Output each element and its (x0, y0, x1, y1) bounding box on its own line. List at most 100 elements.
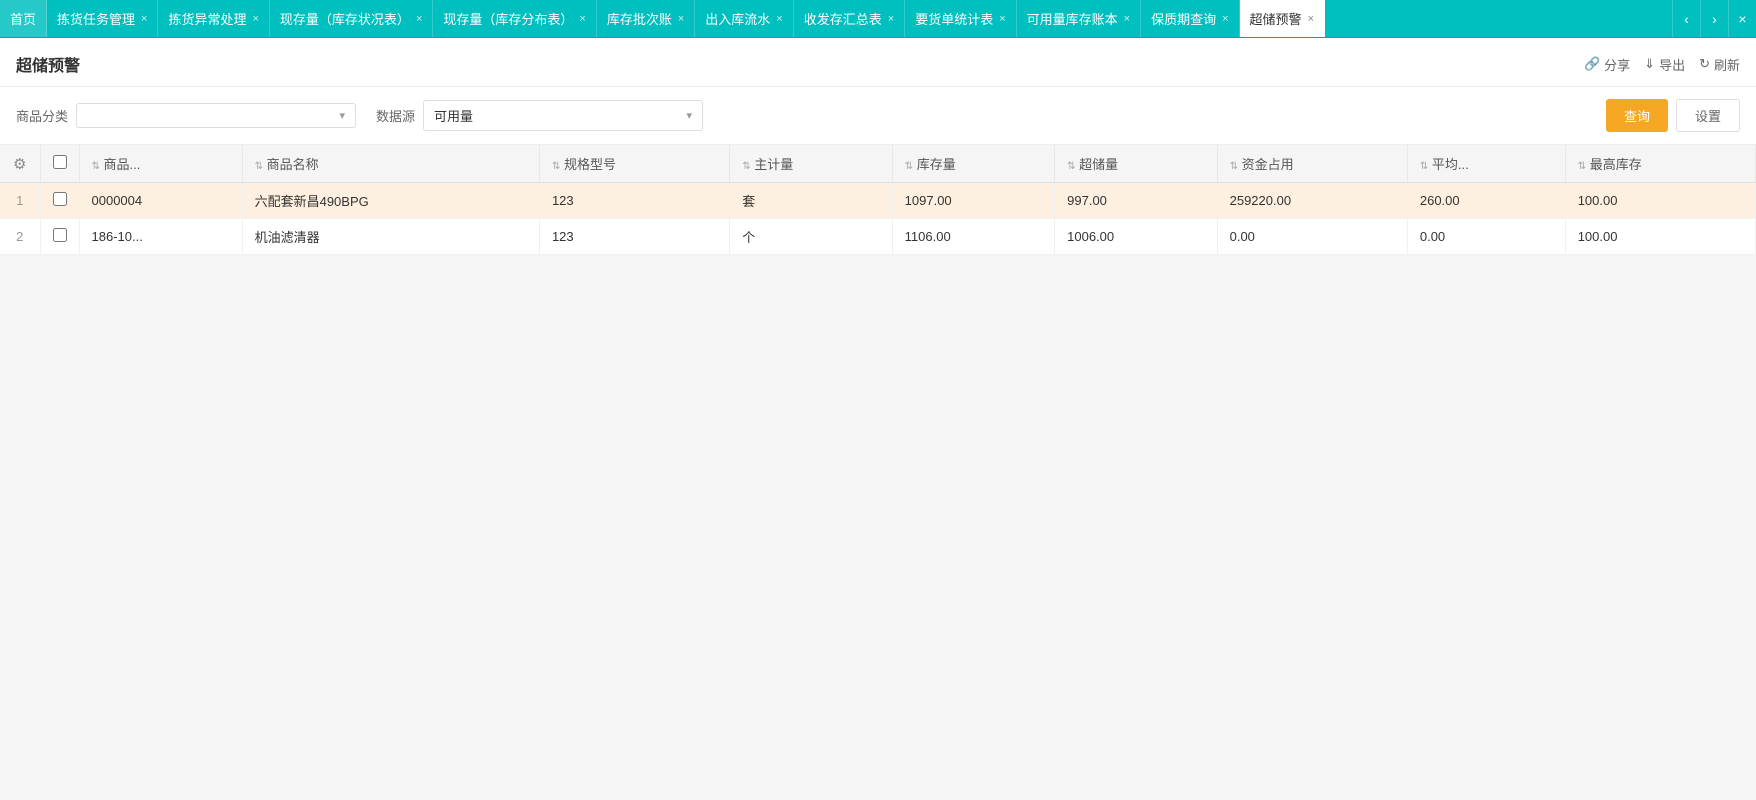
nav-home[interactable]: 首页 (0, 0, 47, 37)
datasource-select[interactable]: 可用量 ▾ (423, 100, 703, 131)
cell-product-name: 六配套新昌490BPG (242, 183, 539, 219)
close-icon[interactable]: × (678, 13, 684, 25)
cell-unit: 个 (730, 219, 892, 255)
column-product-name[interactable]: ⇅ 商品名称 (242, 145, 539, 183)
nav-available-stock[interactable]: 可用量库存账本 × (1017, 0, 1141, 37)
nav-next-arrow[interactable]: › (1700, 0, 1728, 38)
settings-button[interactable]: 设置 (1676, 99, 1740, 132)
refresh-button[interactable]: ↻ 刷新 (1699, 55, 1740, 74)
category-filter-group: 商品分类 ▾ (16, 103, 356, 128)
close-icon[interactable]: × (999, 13, 1005, 25)
nav-close-all[interactable]: × (1728, 0, 1756, 38)
table-body: 1 0000004 六配套新昌490BPG 123 套 1097.00 997.… (0, 183, 1756, 255)
sort-icon: ⇅ (905, 161, 913, 172)
nav-expiry-query[interactable]: 保质期查询 × (1141, 0, 1239, 37)
nav-order-stats[interactable]: 要货单统计表 × (905, 0, 1016, 37)
cell-overstock: 1006.00 (1055, 219, 1217, 255)
cell-spec: 123 (539, 219, 729, 255)
row-number: 1 (0, 183, 40, 219)
export-button[interactable]: ⇓ 导出 (1644, 55, 1685, 74)
column-unit[interactable]: ⇅ 主计量 (730, 145, 892, 183)
nav-picking-exception[interactable]: 拣货异常处理 × (158, 0, 269, 37)
cell-product-name: 机油滤清器 (242, 219, 539, 255)
sort-icon: ⇅ (1578, 161, 1586, 172)
column-stock[interactable]: ⇅ 库存量 (892, 145, 1054, 183)
nav-picking-task[interactable]: 拣货任务管理 × (47, 0, 158, 37)
header-actions: 🔗 分享 ⇓ 导出 ↻ 刷新 (1584, 55, 1740, 74)
row-checkbox-cell (40, 183, 79, 219)
column-gear: ⚙ (0, 145, 40, 183)
cell-capital: 259220.00 (1217, 183, 1407, 219)
nav-stock-batch[interactable]: 库存批次账 × (597, 0, 695, 37)
cell-avg: 0.00 (1407, 219, 1565, 255)
table-row: 2 186-10... 机油滤清器 123 个 1106.00 1006.00 … (0, 219, 1756, 255)
category-label: 商品分类 (16, 106, 68, 125)
share-icon: 🔗 (1584, 56, 1600, 72)
datasource-select-value: 可用量 (434, 106, 473, 125)
close-icon[interactable]: × (141, 13, 147, 25)
close-icon[interactable]: × (416, 13, 422, 25)
sort-icon: ⇅ (742, 161, 750, 172)
refresh-icon: ↻ (1699, 56, 1710, 72)
sort-icon: ⇅ (1230, 161, 1238, 172)
datasource-filter-group: 数据源 可用量 ▾ (376, 100, 703, 131)
cell-overstock: 997.00 (1055, 183, 1217, 219)
sort-icon: ⇅ (1067, 161, 1075, 172)
column-product-code[interactable]: ⇅ 商品... (79, 145, 242, 183)
nav-arrow-group: ‹ › × (1672, 0, 1756, 38)
row-checkbox[interactable] (53, 228, 67, 242)
cell-product-code: 0000004 (79, 183, 242, 219)
top-navigation: 首页 拣货任务管理 × 拣货异常处理 × 现存量（库存状况表） × 现存量（库存… (0, 0, 1756, 38)
filter-actions: 查询 设置 (1606, 99, 1740, 132)
nav-inout-flow[interactable]: 出入库流水 × (695, 0, 793, 37)
page-title: 超储预警 (16, 52, 80, 76)
column-select-all (40, 145, 79, 183)
close-icon[interactable]: × (776, 13, 782, 25)
column-overstock[interactable]: ⇅ 超储量 (1055, 145, 1217, 183)
nav-prev-arrow[interactable]: ‹ (1672, 0, 1700, 38)
share-button[interactable]: 🔗 分享 (1584, 55, 1630, 74)
sort-icon: ⇅ (92, 161, 100, 172)
column-max-stock[interactable]: ⇅ 最高库存 (1565, 145, 1755, 183)
sort-icon: ⇅ (1420, 161, 1428, 172)
chevron-down-icon: ▾ (339, 109, 345, 122)
row-checkbox[interactable] (53, 192, 67, 206)
nav-summary[interactable]: 收发存汇总表 × (794, 0, 905, 37)
page-header: 超储预警 🔗 分享 ⇓ 导出 ↻ 刷新 (0, 38, 1756, 87)
cell-stock: 1106.00 (892, 219, 1054, 255)
datasource-label: 数据源 (376, 106, 415, 125)
page-container: 超储预警 🔗 分享 ⇓ 导出 ↻ 刷新 商品分类 ▾ 数据源 (0, 38, 1756, 255)
column-avg[interactable]: ⇅ 平均... (1407, 145, 1565, 183)
export-icon: ⇓ (1644, 56, 1655, 72)
category-select[interactable]: ▾ (76, 103, 356, 128)
sort-icon: ⇅ (255, 161, 263, 172)
nav-stock-status[interactable]: 现存量（库存状况表） × (270, 0, 433, 37)
close-icon[interactable]: × (888, 13, 894, 25)
chevron-down-icon: ▾ (687, 109, 693, 122)
close-icon[interactable]: × (1124, 13, 1130, 25)
select-all-checkbox[interactable] (53, 155, 67, 169)
table-header-row: ⚙ ⇅ 商品... ⇅ 商品名称 ⇅ 规格型号 (0, 145, 1756, 183)
cell-product-code: 186-10... (79, 219, 242, 255)
row-number: 2 (0, 219, 40, 255)
nav-overstock-warning[interactable]: 超储预警 × (1240, 0, 1325, 37)
close-icon[interactable]: × (579, 13, 585, 25)
cell-avg: 260.00 (1407, 183, 1565, 219)
close-icon[interactable]: × (1222, 13, 1228, 25)
close-icon[interactable]: × (252, 13, 258, 25)
cell-capital: 0.00 (1217, 219, 1407, 255)
close-icon[interactable]: × (1308, 13, 1314, 25)
cell-unit: 套 (730, 183, 892, 219)
cell-stock: 1097.00 (892, 183, 1054, 219)
cell-max-stock: 100.00 (1565, 219, 1755, 255)
sort-icon: ⇅ (552, 161, 560, 172)
query-button[interactable]: 查询 (1606, 99, 1668, 132)
cell-max-stock: 100.00 (1565, 183, 1755, 219)
table-row: 1 0000004 六配套新昌490BPG 123 套 1097.00 997.… (0, 183, 1756, 219)
row-checkbox-cell (40, 219, 79, 255)
column-capital[interactable]: ⇅ 资金占用 (1217, 145, 1407, 183)
gear-icon[interactable]: ⚙ (13, 156, 26, 173)
nav-stock-dist[interactable]: 现存量（库存分布表） × (433, 0, 596, 37)
column-spec[interactable]: ⇅ 规格型号 (539, 145, 729, 183)
filter-bar: 商品分类 ▾ 数据源 可用量 ▾ 查询 设置 (0, 87, 1756, 145)
